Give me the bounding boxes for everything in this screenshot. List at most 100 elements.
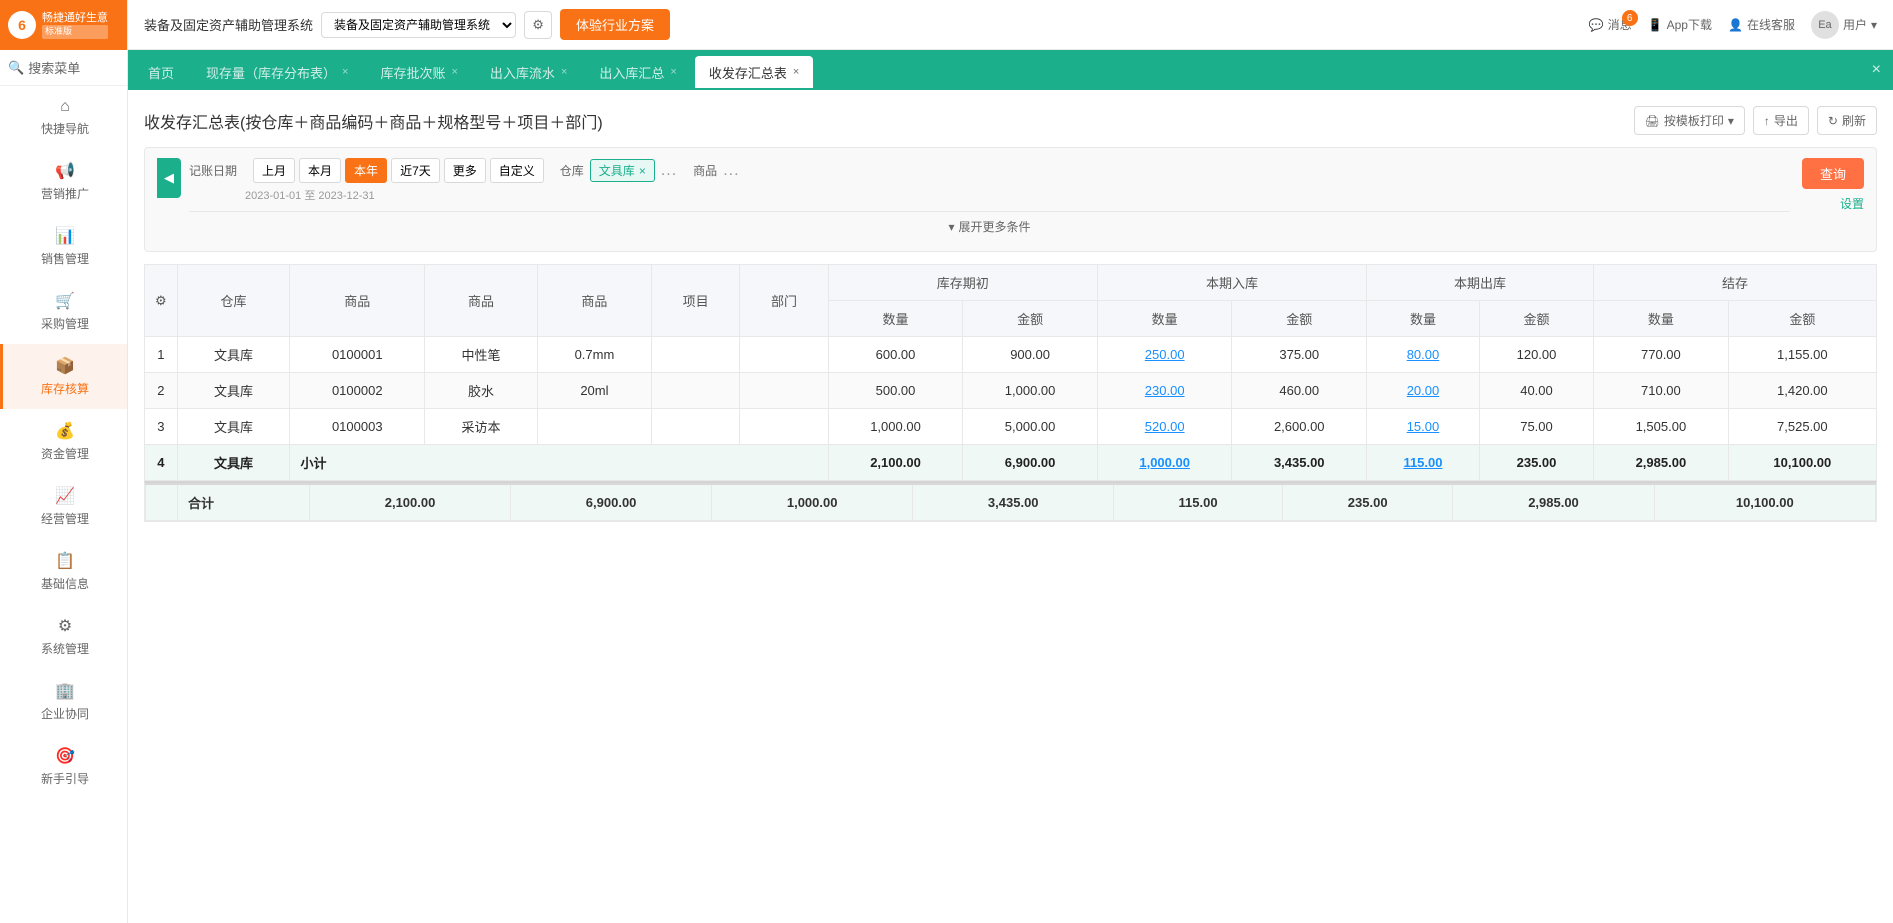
sidebar-item-finance[interactable]: 💰 资金管理 xyxy=(0,409,127,474)
tab-close-stock-dist[interactable]: × xyxy=(342,66,348,78)
row-project xyxy=(652,337,740,373)
tab-close-receive-summary[interactable]: × xyxy=(793,66,799,78)
tab-inout-flow[interactable]: 出入库流水 × xyxy=(476,56,581,88)
date-btn-custom[interactable]: 自定义 xyxy=(490,158,544,183)
app-download-action[interactable]: 📱 App下载 xyxy=(1648,16,1712,33)
logo-icon: 6 xyxy=(8,11,36,39)
tab-close-inout-flow[interactable]: × xyxy=(561,66,567,78)
row-in-qty[interactable]: 520.00 xyxy=(1097,409,1232,445)
export-button[interactable]: ↑ 导出 xyxy=(1753,106,1809,135)
row-project xyxy=(652,409,740,445)
sidebar-item-system[interactable]: ⚙ 系统管理 xyxy=(0,604,127,669)
date-btn-last-month[interactable]: 上月 xyxy=(253,158,295,183)
filter-toggle-button[interactable]: ◀ xyxy=(157,158,181,198)
row-close-qty: 1,505.00 xyxy=(1594,409,1729,445)
user-action[interactable]: Ea 用户 ▾ xyxy=(1811,11,1877,39)
row-department xyxy=(740,337,828,373)
total-in-amt: 3,435.00 xyxy=(913,484,1114,521)
footer-total-table: 合计 2,100.00 6,900.00 1,000.00 3,435.00 1… xyxy=(145,483,1876,521)
row-out-qty[interactable]: 20.00 xyxy=(1367,373,1480,409)
subtotal-in-qty[interactable]: 1,000.00 xyxy=(1097,445,1232,481)
header-right: 💬 消息 6 📱 App下载 👤 在线客服 Ea 用户 ▾ xyxy=(1589,11,1877,39)
sidebar-item-purchase[interactable]: 🛒 采购管理 xyxy=(0,279,127,344)
system-title: 装备及固定资产辅助管理系统 xyxy=(144,15,313,34)
footer-total-bar: 合计 2,100.00 6,900.00 1,000.00 3,435.00 1… xyxy=(144,481,1877,522)
row-in-qty[interactable]: 250.00 xyxy=(1097,337,1232,373)
date-btn-more[interactable]: 更多 xyxy=(444,158,486,183)
sidebar-item-basic-info[interactable]: 📋 基础信息 xyxy=(0,539,127,604)
sidebar-item-operations[interactable]: 📈 经营管理 xyxy=(0,474,127,539)
print-button[interactable]: 🖨 按模板打印 ▾ xyxy=(1634,106,1745,135)
sidebar-item-quick-nav[interactable]: ⌂ 快捷导航 xyxy=(0,86,127,149)
col-out-qty: 数量 xyxy=(1367,301,1480,337)
sidebar: 6 畅捷通好生意 标准版 🔍 搜索菜单 ⌂ 快捷导航 📢 营销推广 📊 销售管理… xyxy=(0,0,128,923)
row-out-amt: 40.00 xyxy=(1479,373,1593,409)
subtotal-in-amt: 3,435.00 xyxy=(1232,445,1367,481)
warehouse-tag-close[interactable]: × xyxy=(639,164,646,178)
subtotal-row: 4 文具库 小计 2,100.00 6,900.00 1,000.00 3,43… xyxy=(145,445,1877,481)
tab-inout-summary[interactable]: 出入库汇总 × xyxy=(585,56,690,88)
row-warehouse: 文具库 xyxy=(177,373,290,409)
row-in-qty[interactable]: 230.00 xyxy=(1097,373,1232,409)
col-group-closing: 结存 xyxy=(1594,265,1877,301)
row-out-qty[interactable]: 80.00 xyxy=(1367,337,1480,373)
row-goods-code: 0100003 xyxy=(290,409,425,445)
row-out-qty[interactable]: 15.00 xyxy=(1367,409,1480,445)
col-group-out: 本期出库 xyxy=(1367,265,1594,301)
row-department xyxy=(740,409,828,445)
page-title: 收发存汇总表(按仓库＋商品编码＋商品＋规格型号＋项目＋部门) xyxy=(144,109,603,133)
goods-more-dots[interactable]: ... xyxy=(723,162,739,180)
basic-info-icon: 📋 xyxy=(55,551,75,571)
col-settings[interactable]: ⚙ xyxy=(145,265,178,337)
tab-receive-summary[interactable]: 收发存汇总表 × xyxy=(695,56,813,88)
download-icon: 📱 xyxy=(1648,18,1663,32)
tabs-close-all-button[interactable]: × xyxy=(1864,61,1889,79)
warehouse-more-dots[interactable]: ... xyxy=(661,162,677,180)
online-service-action[interactable]: 👤 在线客服 xyxy=(1728,16,1795,33)
date-range-display: 2023-01-01 至 2023-12-31 xyxy=(245,187,1790,203)
col-open-qty: 数量 xyxy=(828,301,963,337)
query-button[interactable]: 查询 xyxy=(1802,158,1864,189)
subtotal-open-amt: 6,900.00 xyxy=(963,445,1098,481)
warehouse-label: 仓库 xyxy=(560,162,584,179)
sidebar-item-enterprise[interactable]: 🏢 企业协同 xyxy=(0,669,127,734)
service-icon: 👤 xyxy=(1728,18,1743,32)
row-goods-name: 采访本 xyxy=(425,409,538,445)
sidebar-search[interactable]: 🔍 搜索菜单 xyxy=(0,50,127,86)
date-btn-this-month[interactable]: 本月 xyxy=(299,158,341,183)
filter-warehouse: 仓库 文具库 × ... xyxy=(560,159,677,182)
filter-content: 记账日期 上月 本月 本年 近7天 更多 自定义 仓库 xyxy=(189,158,1790,241)
row-open-amt: 1,000.00 xyxy=(963,373,1098,409)
row-no: 3 xyxy=(145,409,178,445)
settings-gear-button[interactable]: ⚙ xyxy=(524,11,552,39)
tab-home[interactable]: 首页 xyxy=(134,56,188,88)
date-btn-last-7[interactable]: 近7天 xyxy=(391,158,440,183)
message-action[interactable]: 💬 消息 6 xyxy=(1589,16,1632,33)
filter-dates: 上月 本月 本年 近7天 更多 自定义 xyxy=(253,158,544,183)
row-open-qty: 600.00 xyxy=(828,337,963,373)
sidebar-item-inventory[interactable]: 📦 库存核算 xyxy=(0,344,127,409)
subtotal-out-qty[interactable]: 115.00 xyxy=(1367,445,1480,481)
date-btn-this-year[interactable]: 本年 xyxy=(345,158,387,183)
row-goods-name: 胶水 xyxy=(425,373,538,409)
filter-settings-link[interactable]: 设置 xyxy=(1840,195,1864,212)
goods-label: 商品 xyxy=(693,162,717,179)
refresh-button[interactable]: ↻ 刷新 xyxy=(1817,106,1877,135)
sidebar-item-sales[interactable]: 📊 销售管理 xyxy=(0,214,127,279)
page-content: 收发存汇总表(按仓库＋商品编码＋商品＋规格型号＋项目＋部门) 🖨 按模板打印 ▾… xyxy=(128,90,1893,923)
row-goods-spec xyxy=(537,409,651,445)
system-select[interactable]: 装备及固定资产辅助管理系统 xyxy=(321,12,516,38)
purchase-icon: 🛒 xyxy=(55,291,75,311)
filter-bar: ◀ 记账日期 上月 本月 本年 近7天 更多 自定义 xyxy=(144,147,1877,252)
row-goods-spec: 20ml xyxy=(537,373,651,409)
sidebar-item-marketing[interactable]: 📢 营销推广 xyxy=(0,149,127,214)
row-close-qty: 710.00 xyxy=(1594,373,1729,409)
expand-more-btn[interactable]: ▾ 展开更多条件 xyxy=(189,211,1790,241)
sidebar-item-guide[interactable]: 🎯 新手引导 xyxy=(0,734,127,799)
tab-stock-dist[interactable]: 现存量（库存分布表） × xyxy=(192,56,362,88)
col-goods-name-header: 商品 xyxy=(425,265,538,337)
tab-close-inout-summary[interactable]: × xyxy=(670,66,676,78)
tab-close-batch[interactable]: × xyxy=(451,66,457,78)
tab-batch[interactable]: 库存批次账 × xyxy=(366,56,471,88)
trial-button[interactable]: 体验行业方案 xyxy=(560,9,670,40)
